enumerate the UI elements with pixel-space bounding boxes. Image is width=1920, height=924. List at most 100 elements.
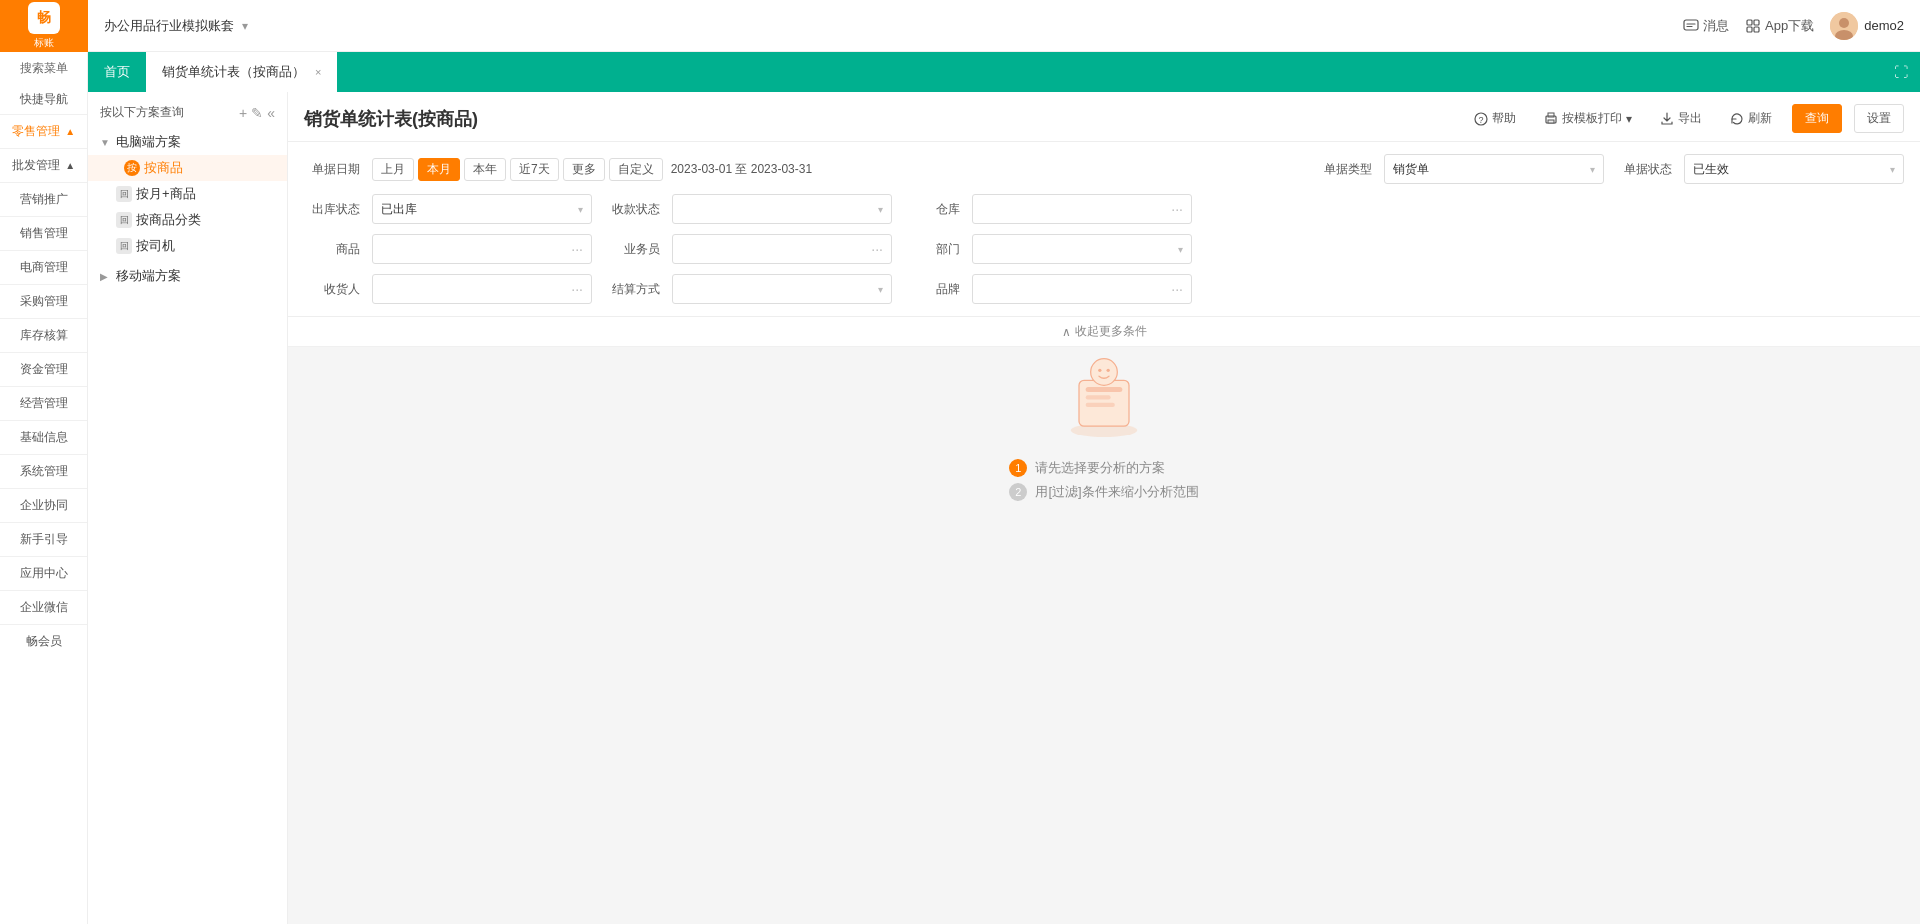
print-btn[interactable]: 按模板打印 ▾ — [1536, 106, 1640, 131]
date-btn-more[interactable]: 更多 — [563, 158, 605, 181]
goods-label: 商品 — [304, 241, 360, 258]
svg-rect-12 — [1548, 120, 1554, 123]
sidebar-quick-nav[interactable]: 快捷导航 — [0, 85, 87, 114]
warehouse-field[interactable]: ··· — [972, 194, 1192, 224]
print-icon — [1544, 112, 1558, 126]
sidebar-item-base[interactable]: 基础信息 — [0, 420, 87, 454]
sidebar-item-wechat[interactable]: 企业微信 — [0, 590, 87, 624]
topbar-left: 办公用品行业模拟账套 ▾ — [104, 17, 248, 35]
data-area: 1 请先选择要分析的方案 2 用[过滤]条件来缩小分析范围 — [288, 347, 1920, 924]
tab-home[interactable]: 首页 — [88, 52, 146, 92]
receiver-label: 收货人 — [304, 281, 360, 298]
refresh-icon — [1730, 112, 1744, 126]
topbar-app-btn[interactable]: App下载 — [1745, 17, 1814, 35]
tree-item-by-category[interactable]: 回 按商品分类 — [88, 207, 287, 233]
tab-close-icon[interactable]: × — [315, 66, 321, 78]
out-status-field[interactable]: 已出库 ▾ — [372, 194, 592, 224]
refresh-btn[interactable]: 刷新 — [1722, 106, 1780, 131]
dept-field[interactable]: ▾ — [972, 234, 1192, 264]
empty-illustration — [1054, 347, 1154, 447]
tree-item-by-month-goods[interactable]: 回 按月+商品 — [88, 181, 287, 207]
doc-type-label: 单据类型 — [1316, 161, 1372, 178]
goods-dots-icon: ··· — [571, 241, 583, 257]
tree-mobile-group[interactable]: ▶ 移动端方案 — [88, 263, 287, 289]
logo-icon: 畅 — [28, 2, 60, 34]
brand-field[interactable]: ··· — [972, 274, 1192, 304]
sidebar-item-operations[interactable]: 经营管理 — [0, 386, 87, 420]
svg-rect-0 — [1684, 20, 1698, 30]
doc-type-field[interactable]: 销货单 ▾ — [1384, 154, 1604, 184]
username-label: demo2 — [1864, 18, 1904, 33]
settlement-field[interactable]: ▾ — [672, 274, 892, 304]
app-download-icon — [1745, 18, 1761, 34]
collapse-icon: ∧ — [1062, 325, 1071, 339]
collapse-more-btn[interactable]: ∧ 收起更多条件 — [288, 317, 1920, 347]
sidebar-item-apps[interactable]: 应用中心 — [0, 556, 87, 590]
sidebar-item-member[interactable]: 畅会员 — [0, 624, 87, 658]
salesman-label: 业务员 — [604, 241, 660, 258]
sidebar-item-retail[interactable]: 零售管理 ▲ — [0, 114, 87, 148]
left-panel: 按以下方案查询 + ✎ « ▼ 电脑端方案 按 按商品 回 按月+商品 — [88, 92, 288, 924]
date-range-display: 2023-03-01 至 2023-03-31 — [671, 161, 812, 178]
tip-num-1: 1 — [1009, 459, 1027, 477]
right-panel: 销货单统计表(按商品) ? 帮助 — [288, 92, 1920, 924]
sidebar-item-wholesale[interactable]: 批发管理 ▲ — [0, 148, 87, 182]
topbar-msg-btn[interactable]: 消息 — [1683, 17, 1729, 35]
tree-item-by-goods[interactable]: 按 按商品 — [88, 155, 287, 181]
sidebar-item-purchase[interactable]: 采购管理 — [0, 284, 87, 318]
export-btn[interactable]: 导出 — [1652, 106, 1710, 131]
query-btn[interactable]: 查询 — [1792, 104, 1842, 133]
sidebar-item-collab[interactable]: 企业协同 — [0, 488, 87, 522]
goods-field[interactable]: ··· — [372, 234, 592, 264]
tree-item-by-driver[interactable]: 回 按司机 — [88, 233, 287, 259]
collapse-panel-btn[interactable]: « — [267, 105, 275, 121]
topbar: 办公用品行业模拟账套 ▾ 消息 App下载 — [88, 0, 1920, 52]
tree-item-icon: 回 — [116, 186, 132, 202]
sidebar-item-sales[interactable]: 销售管理 — [0, 216, 87, 250]
svg-rect-17 — [1086, 403, 1115, 407]
date-btn-last-month[interactable]: 上月 — [372, 158, 414, 181]
date-btn-this-month[interactable]: 本月 — [418, 158, 460, 181]
tab-sales-stats[interactable]: 销货单统计表（按商品） × — [146, 52, 337, 92]
svg-rect-16 — [1086, 395, 1111, 399]
date-btn-7days[interactable]: 近7天 — [510, 158, 559, 181]
filter-area: 单据日期 上月 本月 本年 近7天 — [288, 142, 1920, 347]
salesman-dots-icon: ··· — [871, 241, 883, 257]
tab-maximize-icon[interactable]: ⛶ — [1882, 64, 1920, 80]
topbar-dropdown-icon[interactable]: ▾ — [242, 19, 248, 33]
export-icon — [1660, 112, 1674, 126]
sidebar-item-guide[interactable]: 新手引导 — [0, 522, 87, 556]
sidebar-item-system[interactable]: 系统管理 — [0, 454, 87, 488]
payment-status-arrow-icon: ▾ — [878, 204, 883, 215]
salesman-field[interactable]: ··· — [672, 234, 892, 264]
brand-dots-icon: ··· — [1171, 281, 1183, 297]
add-scheme-btn[interactable]: + — [239, 105, 247, 121]
doc-type-arrow-icon: ▾ — [1590, 164, 1595, 175]
wholesale-arrow-icon: ▲ — [65, 160, 75, 171]
page-actions: ? 帮助 按模板打印 ▾ — [1466, 104, 1904, 133]
date-btn-custom[interactable]: 自定义 — [609, 158, 663, 181]
content-area: 按以下方案查询 + ✎ « ▼ 电脑端方案 按 按商品 回 按月+商品 — [88, 92, 1920, 924]
sidebar-search[interactable]: 搜索菜单 — [0, 52, 87, 85]
sidebar-item-marketing[interactable]: 营销推广 — [0, 182, 87, 216]
date-btn-this-year[interactable]: 本年 — [464, 158, 506, 181]
filter-row-1: 单据日期 上月 本月 本年 近7天 — [304, 154, 1904, 184]
svg-text:?: ? — [1478, 115, 1483, 125]
warehouse-dots-icon: ··· — [1171, 201, 1183, 217]
payment-status-field[interactable]: ▾ — [672, 194, 892, 224]
sidebar-item-inventory[interactable]: 库存核算 — [0, 318, 87, 352]
help-btn[interactable]: ? 帮助 — [1466, 106, 1524, 131]
receiver-field[interactable]: ··· — [372, 274, 592, 304]
empty-tips: 1 请先选择要分析的方案 2 用[过滤]条件来缩小分析范围 — [1009, 459, 1198, 501]
retail-arrow-icon: ▲ — [65, 126, 75, 137]
doc-status-field[interactable]: 已生效 ▾ — [1684, 154, 1904, 184]
sidebar-item-ecommerce[interactable]: 电商管理 — [0, 250, 87, 284]
sidebar-item-finance[interactable]: 资金管理 — [0, 352, 87, 386]
tabbar: 首页 销货单统计表（按商品） × ⛶ — [88, 52, 1920, 92]
tree-item-icon: 回 — [116, 212, 132, 228]
tree-desktop-group[interactable]: ▼ 电脑端方案 — [88, 129, 287, 155]
svg-rect-4 — [1754, 27, 1759, 32]
settings-btn[interactable]: 设置 — [1854, 104, 1904, 133]
edit-scheme-btn[interactable]: ✎ — [251, 105, 263, 121]
topbar-user[interactable]: demo2 — [1830, 12, 1904, 40]
